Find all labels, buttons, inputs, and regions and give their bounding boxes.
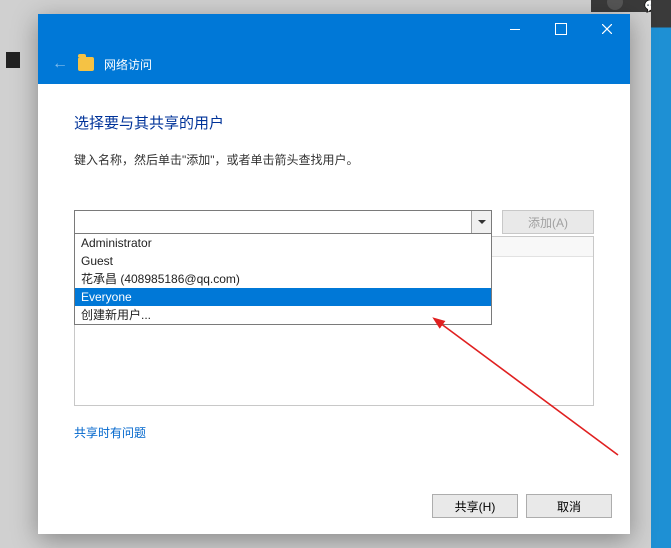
- share-button[interactable]: 共享(H): [432, 494, 518, 518]
- background-tool-icon: [6, 52, 20, 68]
- desktop-background-strip: [651, 0, 671, 548]
- dropdown-item-everyone[interactable]: Everyone: [75, 288, 491, 306]
- page-heading: 选择要与其共享的用户: [74, 112, 594, 133]
- cancel-button[interactable]: 取消: [526, 494, 612, 518]
- dialog-header: ← 网络访问: [38, 44, 630, 84]
- maximize-button[interactable]: [538, 14, 584, 44]
- troubleshoot-link[interactable]: 共享时有问题: [74, 424, 594, 441]
- user-input-row: Administrator Guest 花承昌 (408985186@qq.co…: [74, 210, 594, 234]
- network-access-dialog: ← 网络访问 选择要与其共享的用户 键入名称，然后单击"添加"，或者单击箭头查找…: [38, 14, 630, 534]
- instruction-text: 键入名称，然后单击"添加"，或者单击箭头查找用户。: [74, 151, 594, 168]
- dropdown-item-guest[interactable]: Guest: [75, 252, 491, 270]
- window-title: 网络访问: [104, 56, 152, 73]
- folder-icon: [78, 57, 94, 71]
- dialog-footer: 共享(H) 取消: [38, 480, 630, 534]
- dropdown-item-create-user[interactable]: 创建新用户...: [75, 306, 491, 324]
- dropdown-item-user-email[interactable]: 花承昌 (408985186@qq.com): [75, 270, 491, 288]
- dropdown-item-administrator[interactable]: Administrator: [75, 234, 491, 252]
- back-arrow-icon: ←: [52, 55, 68, 73]
- user-dropdown: Administrator Guest 花承昌 (408985186@qq.co…: [74, 233, 492, 325]
- close-button[interactable]: [584, 14, 630, 44]
- minimize-button[interactable]: [492, 14, 538, 44]
- avatar: [607, 0, 623, 10]
- user-combobox[interactable]: [74, 210, 492, 234]
- dialog-content: 选择要与其共享的用户 键入名称，然后单击"添加"，或者单击箭头查找用户。 Adm…: [38, 84, 630, 480]
- add-button[interactable]: 添加(A): [502, 210, 594, 234]
- dropdown-toggle[interactable]: [471, 211, 491, 233]
- user-combo-wrap: Administrator Guest 花承昌 (408985186@qq.co…: [74, 210, 492, 234]
- user-input[interactable]: [75, 211, 471, 233]
- titlebar: [38, 14, 630, 44]
